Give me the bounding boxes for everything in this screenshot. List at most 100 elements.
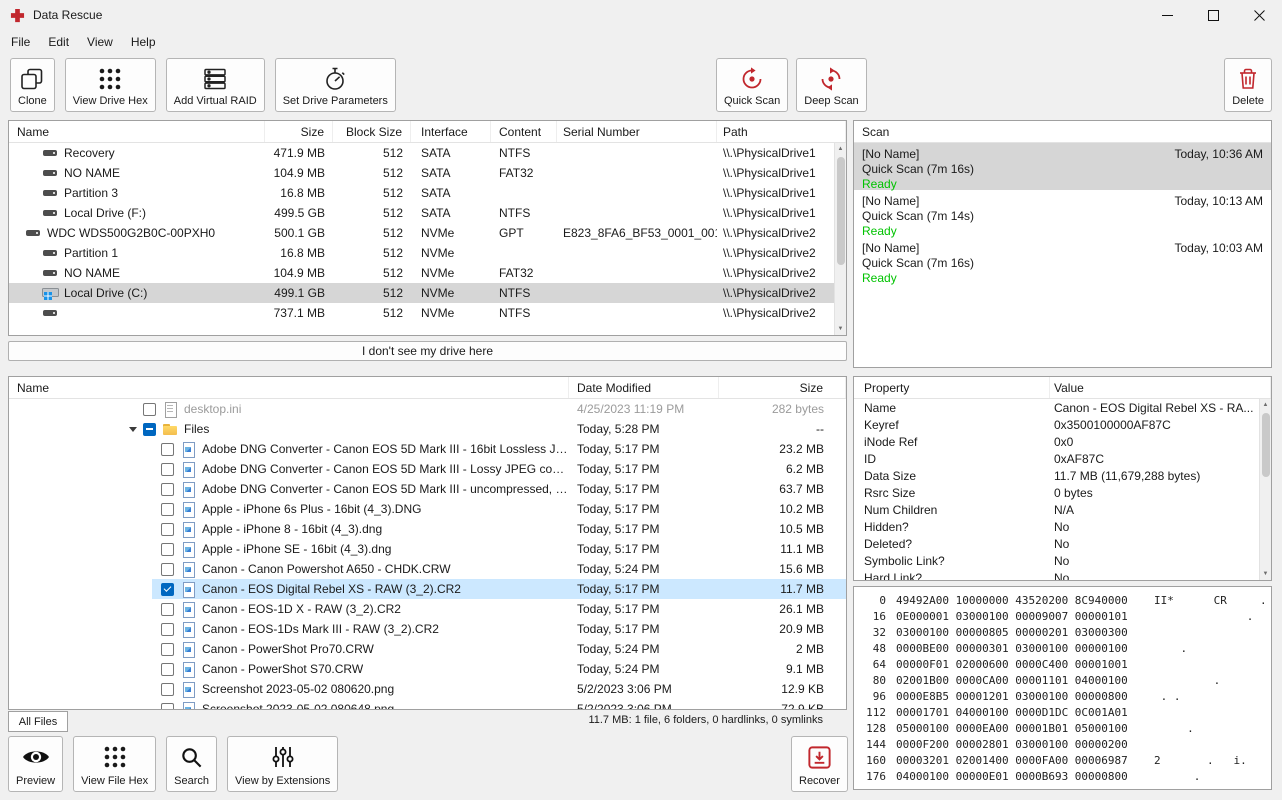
file-col-date[interactable]: Date Modified — [569, 377, 719, 398]
tab-all-files[interactable]: All Files — [8, 711, 68, 732]
file-date: Today, 5:17 PM — [569, 619, 719, 639]
drive-row[interactable]: Local Drive (F:) 499.5 GB 512 SATA NTFS … — [9, 203, 846, 223]
row-checkbox[interactable] — [161, 703, 174, 711]
file-row[interactable]: Adobe DNG Converter - Canon EOS 5D Mark … — [9, 479, 846, 499]
file-col-size[interactable]: Size — [719, 377, 846, 398]
property-name: Rsrc Size — [854, 484, 1050, 501]
file-date: Today, 5:17 PM — [569, 479, 719, 499]
drive-row[interactable]: Recovery 471.9 MB 512 SATA NTFS \\.\Phys… — [9, 143, 846, 163]
file-row[interactable]: Adobe DNG Converter - Canon EOS 5D Mark … — [9, 459, 846, 479]
expander-icon[interactable] — [125, 421, 141, 437]
file-row[interactable]: Canon - EOS-1Ds Mark III - RAW (3_2).CR2… — [9, 619, 846, 639]
drive-col-interface[interactable]: Interface — [411, 121, 491, 142]
scrollbar-thumb[interactable] — [1262, 413, 1270, 477]
property-value: No — [1050, 518, 1271, 535]
row-checkbox[interactable] — [161, 483, 174, 496]
row-checkbox[interactable] — [161, 523, 174, 536]
recover-button[interactable]: Recover — [791, 736, 848, 792]
drive-blocksize: 512 — [333, 203, 411, 223]
drive-list-scrollbar[interactable]: ▲ ▼ — [834, 143, 846, 335]
delete-button[interactable]: Delete — [1224, 58, 1272, 112]
maximize-button[interactable] — [1190, 0, 1236, 30]
file-row[interactable]: Canon - EOS Digital Rebel XS - RAW (3_2)… — [9, 579, 846, 599]
set-drive-parameters-button[interactable]: Set Drive Parameters — [275, 58, 396, 112]
scan-item[interactable]: [No Name] Today, 10:13 AM Quick Scan (7m… — [854, 190, 1271, 237]
file-row[interactable]: Apple - iPhone 8 - 16bit (4_3).dng Today… — [9, 519, 846, 539]
file-size: 12.9 KB — [719, 679, 846, 699]
row-checkbox[interactable] — [161, 683, 174, 696]
close-button[interactable] — [1236, 0, 1282, 30]
drive-col-serial[interactable]: Serial Number — [557, 121, 717, 142]
row-checkbox[interactable] — [143, 423, 156, 436]
property-scrollbar[interactable]: ▲ ▼ — [1259, 399, 1271, 580]
drive-col-size[interactable]: Size — [265, 121, 333, 142]
view-by-extensions-button[interactable]: View by Extensions — [227, 736, 338, 792]
view-file-hex-button[interactable]: View File Hex — [73, 736, 156, 792]
file-row[interactable]: Apple - iPhone SE - 16bit (4_3).dng Toda… — [9, 539, 846, 559]
minimize-button[interactable] — [1144, 0, 1190, 30]
drive-col-name[interactable]: Name — [9, 121, 265, 142]
row-checkbox[interactable] — [161, 543, 174, 556]
no-drive-button[interactable]: I don't see my drive here — [8, 341, 847, 361]
search-button[interactable]: Search — [166, 736, 217, 792]
file-row[interactable]: Screenshot 2023-05-02 080620.png 5/2/202… — [9, 679, 846, 699]
row-checkbox[interactable] — [161, 463, 174, 476]
scroll-up-icon[interactable]: ▲ — [1260, 399, 1271, 411]
row-checkbox[interactable] — [161, 563, 174, 576]
file-date: Today, 5:17 PM — [569, 519, 719, 539]
drive-row[interactable]: Partition 1 16.8 MB 512 NVMe \\.\Physica… — [9, 243, 846, 263]
scan-item[interactable]: [No Name] Today, 10:36 AM Quick Scan (7m… — [854, 143, 1271, 190]
file-row[interactable]: Files Today, 5:28 PM -- — [9, 419, 846, 439]
view-drive-hex-button[interactable]: View Drive Hex — [65, 58, 156, 112]
file-row[interactable]: Canon - EOS-1D X - RAW (3_2).CR2 Today, … — [9, 599, 846, 619]
drive-col-path[interactable]: Path — [717, 121, 846, 142]
drive-col-blocksize[interactable]: Block Size — [333, 121, 411, 142]
drive-name: Partition 1 — [64, 246, 118, 260]
hex-bytes: 02001B00 0000CA00 00001101 04000100 — [886, 673, 1128, 689]
quick-scan-icon — [739, 64, 765, 94]
drive-list-header: Name Size Block Size Interface Content S… — [9, 121, 846, 143]
row-checkbox[interactable] — [161, 443, 174, 456]
deep-scan-button[interactable]: Deep Scan — [796, 58, 866, 112]
scroll-down-icon[interactable]: ▼ — [1260, 568, 1271, 580]
scan-item[interactable]: [No Name] Today, 10:03 AM Quick Scan (7m… — [854, 237, 1271, 284]
row-checkbox[interactable] — [161, 503, 174, 516]
file-row[interactable]: Adobe DNG Converter - Canon EOS 5D Mark … — [9, 439, 846, 459]
drive-row[interactable]: NO NAME 104.9 MB 512 SATA FAT32 \\.\Phys… — [9, 163, 846, 183]
file-row[interactable]: Canon - PowerShot S70.CRW Today, 5:24 PM… — [9, 659, 846, 679]
menu-item[interactable]: File — [2, 31, 39, 53]
property-name: Keyref — [854, 416, 1050, 433]
menu-item[interactable]: View — [78, 31, 122, 53]
preview-button[interactable]: Preview — [8, 736, 63, 792]
scrollbar-thumb[interactable] — [837, 157, 845, 265]
quick-scan-button[interactable]: Quick Scan — [716, 58, 788, 112]
row-checkbox[interactable] — [161, 603, 174, 616]
file-name: Apple - iPhone 8 - 16bit (4_3).dng — [202, 522, 382, 536]
drive-row[interactable]: 737.1 MB 512 NVMe NTFS \\.\PhysicalDrive… — [9, 303, 846, 323]
menu-item[interactable]: Edit — [39, 31, 78, 53]
property-name: Symbolic Link? — [854, 552, 1050, 569]
file-row[interactable]: Canon - Canon Powershot A650 - CHDK.CRW … — [9, 559, 846, 579]
row-checkbox[interactable] — [161, 583, 174, 596]
file-col-name[interactable]: Name — [9, 377, 569, 398]
file-type-icon — [162, 421, 178, 437]
file-row[interactable]: desktop.ini 4/25/2023 11:19 PM 282 bytes — [9, 399, 846, 419]
drive-row[interactable]: NO NAME 104.9 MB 512 NVMe FAT32 \\.\Phys… — [9, 263, 846, 283]
drive-row[interactable]: WDC WDS500G2B0C-00PXH0 500.1 GB 512 NVMe… — [9, 223, 846, 243]
add-virtual-raid-button[interactable]: Add Virtual RAID — [166, 58, 265, 112]
row-checkbox[interactable] — [161, 643, 174, 656]
row-checkbox[interactable] — [161, 623, 174, 636]
file-row[interactable]: Canon - PowerShot Pro70.CRW Today, 5:24 … — [9, 639, 846, 659]
clone-button[interactable]: Clone — [10, 58, 55, 112]
drive-row[interactable]: Local Drive (C:) 499.1 GB 512 NVMe NTFS … — [9, 283, 846, 303]
menu-item[interactable]: Help — [122, 31, 165, 53]
row-checkbox[interactable] — [161, 663, 174, 676]
file-row[interactable]: Apple - iPhone 6s Plus - 16bit (4_3).DNG… — [9, 499, 846, 519]
scroll-up-icon[interactable]: ▲ — [835, 143, 846, 155]
drive-row[interactable]: Partition 3 16.8 MB 512 SATA \\.\Physica… — [9, 183, 846, 203]
drive-col-content[interactable]: Content — [491, 121, 557, 142]
scroll-down-icon[interactable]: ▼ — [835, 323, 846, 335]
row-checkbox[interactable] — [143, 403, 156, 416]
selection-summary: 11.7 MB: 1 file, 6 folders, 0 hardlinks,… — [588, 714, 823, 726]
file-row[interactable]: Screenshot 2023-05-02 080648.png 5/2/202… — [9, 699, 846, 710]
